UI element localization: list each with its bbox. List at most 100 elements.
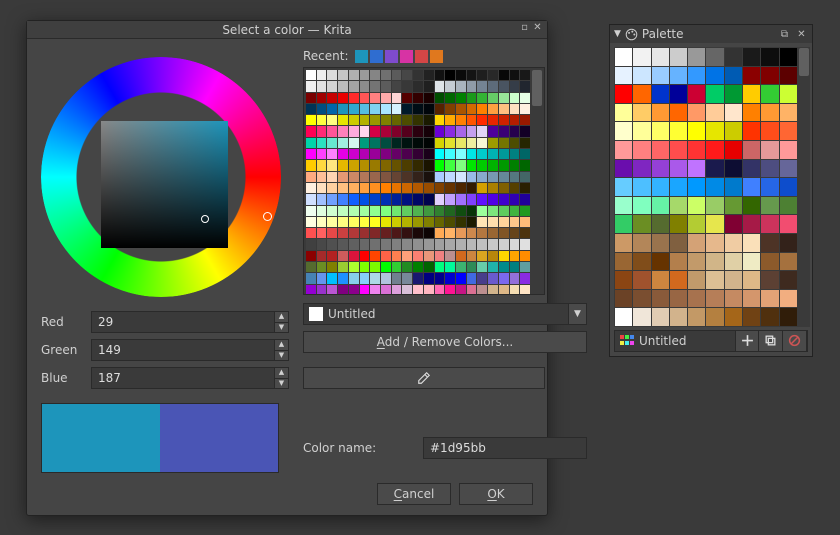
close-docker-icon[interactable]: ✕	[795, 28, 808, 41]
docker-swatch[interactable]	[761, 178, 778, 196]
docker-swatch[interactable]	[743, 308, 760, 326]
palette-swatch[interactable]	[317, 273, 327, 283]
docker-swatch[interactable]	[688, 122, 705, 140]
palette-swatch[interactable]	[477, 93, 487, 103]
docker-swatch[interactable]	[780, 104, 797, 122]
docker-swatch[interactable]	[725, 308, 742, 326]
palette-swatch[interactable]	[370, 115, 380, 125]
docker-swatch[interactable]	[780, 271, 797, 289]
palette-swatch[interactable]	[445, 273, 455, 283]
palette-swatch[interactable]	[349, 239, 359, 249]
palette-swatch[interactable]	[477, 149, 487, 159]
palette-swatch[interactable]	[435, 239, 445, 249]
docker-swatch[interactable]	[706, 290, 723, 308]
palette-swatch[interactable]	[456, 115, 466, 125]
palette-swatch[interactable]	[424, 239, 434, 249]
palette-swatch[interactable]	[392, 239, 402, 249]
docker-swatch[interactable]	[725, 253, 742, 271]
palette-swatch[interactable]	[327, 81, 337, 91]
palette-swatch[interactable]	[413, 160, 423, 170]
palette-swatch[interactable]	[402, 126, 412, 136]
palette-swatch[interactable]	[488, 194, 498, 204]
docker-swatch[interactable]	[725, 48, 742, 66]
docker-swatch[interactable]	[761, 234, 778, 252]
add-swatch-button[interactable]	[735, 330, 759, 352]
palette-swatch[interactable]	[370, 81, 380, 91]
palette-swatch[interactable]	[435, 251, 445, 261]
palette-swatch[interactable]	[445, 70, 455, 80]
palette-swatch[interactable]	[520, 115, 530, 125]
docker-swatch[interactable]	[725, 178, 742, 196]
palette-swatch[interactable]	[435, 172, 445, 182]
palette-swatch[interactable]	[413, 126, 423, 136]
palette-swatch[interactable]	[349, 206, 359, 216]
palette-swatch[interactable]	[413, 172, 423, 182]
palette-swatch[interactable]	[360, 160, 370, 170]
docker-swatch[interactable]	[688, 85, 705, 103]
palette-swatch[interactable]	[317, 239, 327, 249]
palette-swatch[interactable]	[477, 217, 487, 227]
palette-swatch[interactable]	[402, 262, 412, 272]
palette-swatch[interactable]	[510, 285, 520, 295]
palette-swatch[interactable]	[338, 239, 348, 249]
palette-swatch[interactable]	[402, 251, 412, 261]
docker-swatch[interactable]	[743, 197, 760, 215]
docker-swatch[interactable]	[743, 160, 760, 178]
palette-swatch[interactable]	[360, 81, 370, 91]
hue-selector-icon[interactable]	[263, 212, 272, 221]
palette-swatch[interactable]	[360, 217, 370, 227]
docker-swatch[interactable]	[706, 234, 723, 252]
cancel-button[interactable]: Cancel	[377, 483, 451, 505]
palette-swatch[interactable]	[520, 285, 530, 295]
docker-swatch[interactable]	[633, 160, 650, 178]
docker-swatch[interactable]	[670, 197, 687, 215]
palette-swatch[interactable]	[456, 93, 466, 103]
palette-swatch[interactable]	[370, 206, 380, 216]
palette-swatch[interactable]	[488, 149, 498, 159]
palette-swatch[interactable]	[477, 183, 487, 193]
palette-swatch[interactable]	[392, 138, 402, 148]
docker-swatch[interactable]	[780, 290, 797, 308]
palette-swatch[interactable]	[327, 273, 337, 283]
palette-combo[interactable]: Untitled ▼	[303, 303, 587, 325]
docker-palette-grid[interactable]	[614, 47, 810, 327]
palette-swatch[interactable]	[370, 228, 380, 238]
palette-swatch[interactable]	[381, 126, 391, 136]
palette-swatch[interactable]	[445, 251, 455, 261]
palette-swatch[interactable]	[445, 262, 455, 272]
palette-swatch[interactable]	[381, 194, 391, 204]
palette-swatch[interactable]	[520, 70, 530, 80]
palette-swatch[interactable]	[349, 160, 359, 170]
palette-swatch[interactable]	[467, 160, 477, 170]
palette-swatch[interactable]	[327, 285, 337, 295]
docker-swatch[interactable]	[761, 48, 778, 66]
palette-swatch[interactable]	[445, 138, 455, 148]
palette-swatch[interactable]	[306, 239, 316, 249]
palette-swatch[interactable]	[467, 285, 477, 295]
palette-swatch[interactable]	[510, 115, 520, 125]
palette-swatch[interactable]	[392, 126, 402, 136]
palette-swatch[interactable]	[370, 183, 380, 193]
green-input[interactable]	[92, 340, 274, 360]
palette-swatch[interactable]	[456, 273, 466, 283]
docker-swatch[interactable]	[706, 122, 723, 140]
palette-swatch[interactable]	[381, 206, 391, 216]
docker-swatch[interactable]	[706, 141, 723, 159]
palette-swatch[interactable]	[488, 172, 498, 182]
palette-swatch[interactable]	[317, 70, 327, 80]
docker-swatch[interactable]	[615, 48, 632, 66]
docker-swatch[interactable]	[761, 308, 778, 326]
palette-swatch[interactable]	[488, 251, 498, 261]
palette-swatch[interactable]	[327, 149, 337, 159]
palette-swatch[interactable]	[456, 217, 466, 227]
docker-swatch[interactable]	[706, 67, 723, 85]
palette-swatch[interactable]	[488, 285, 498, 295]
palette-swatch[interactable]	[306, 285, 316, 295]
palette-swatch[interactable]	[488, 262, 498, 272]
palette-swatch[interactable]	[467, 206, 477, 216]
palette-swatch[interactable]	[349, 70, 359, 80]
palette-swatch[interactable]	[456, 149, 466, 159]
palette-swatch[interactable]	[488, 217, 498, 227]
palette-swatch[interactable]	[402, 104, 412, 114]
palette-swatch[interactable]	[435, 81, 445, 91]
